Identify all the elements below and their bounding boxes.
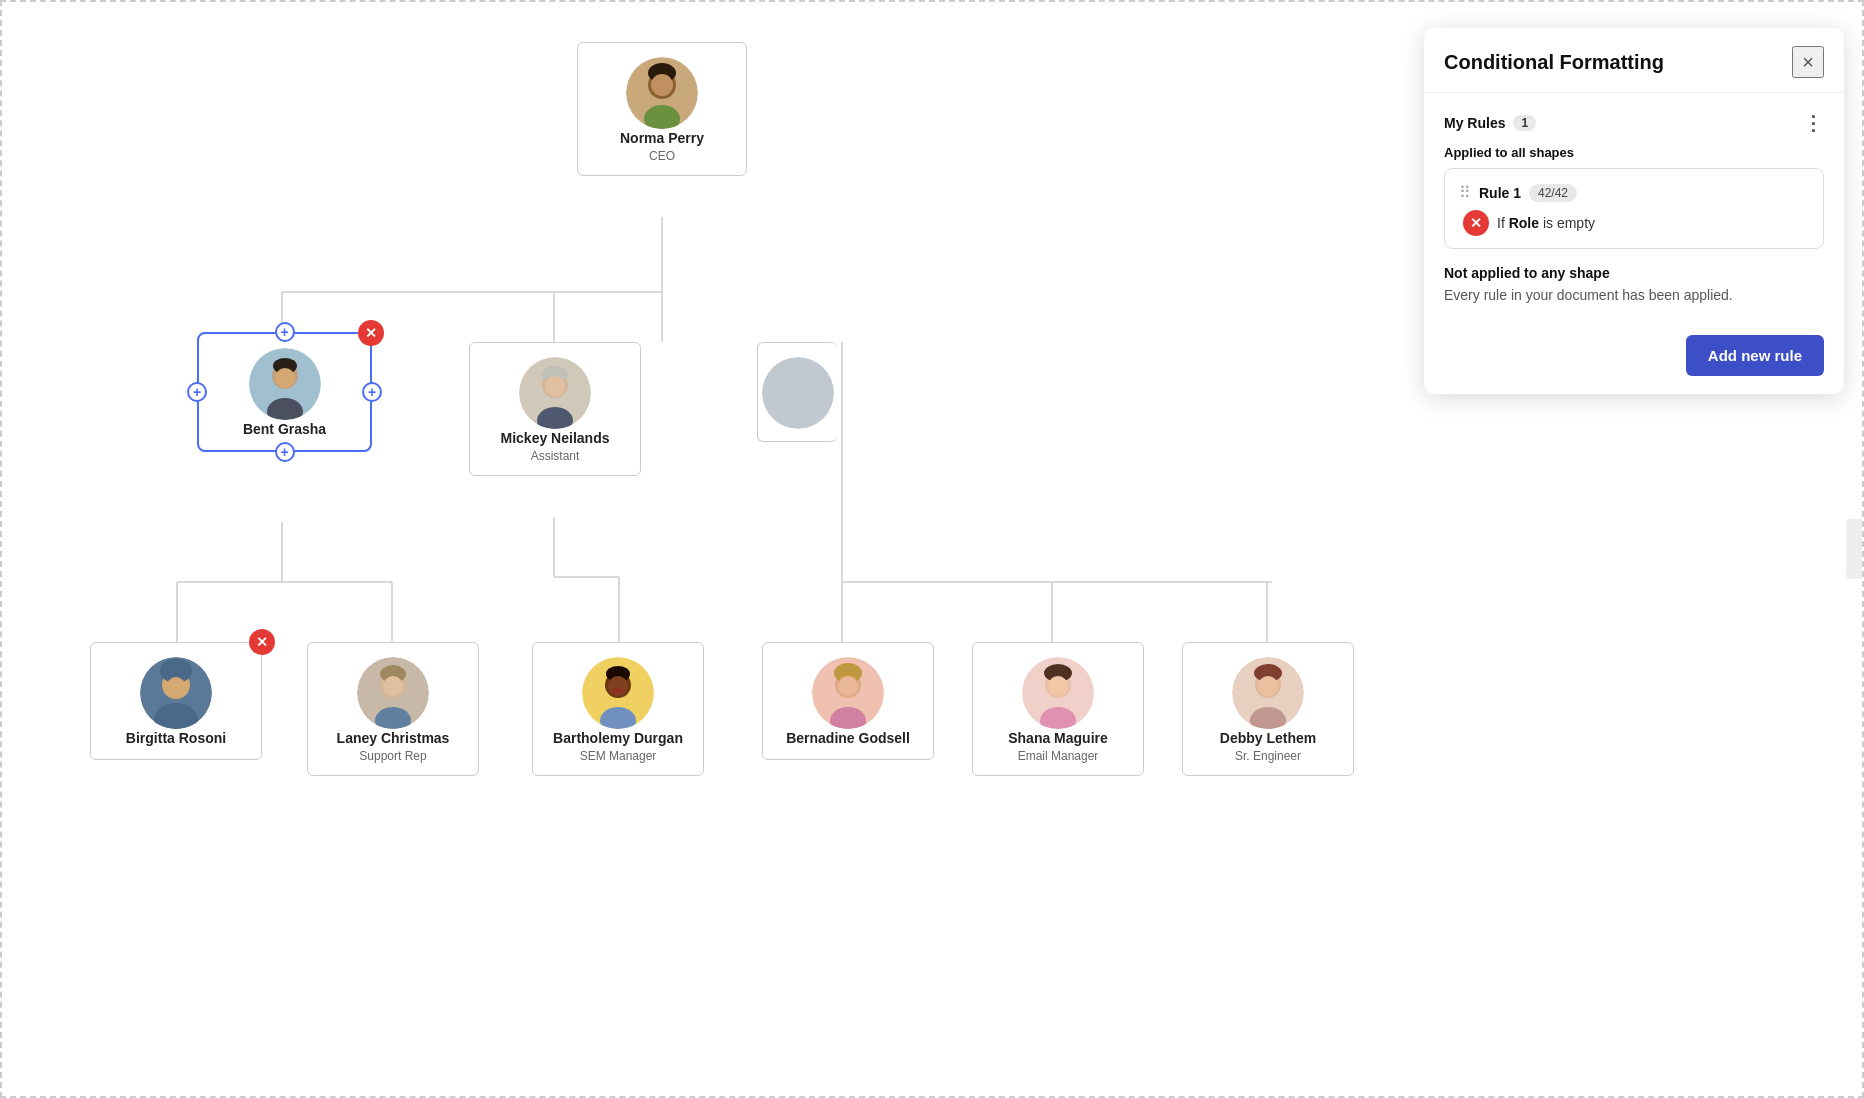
org-node-birgitta[interactable]: ✕ Birgitta Rosoni: [90, 642, 262, 760]
avatar-shana: [1022, 657, 1094, 729]
avatar-bent: [249, 348, 321, 420]
node-name-laney: Laney Christmas: [337, 729, 450, 747]
panel-footer: Add new rule: [1424, 321, 1844, 394]
avatar-norma: [626, 57, 698, 129]
org-node-partial-r2[interactable]: [757, 342, 837, 442]
avatar-partial: [762, 357, 834, 429]
node-role-debby: Sr. Engineer: [1235, 749, 1301, 763]
panel-header: Conditional Formatting ×: [1424, 28, 1844, 93]
org-node-norma[interactable]: Norma Perry CEO: [577, 42, 747, 176]
not-applied-text: Every rule in your document has been app…: [1444, 287, 1824, 303]
panel-close-button[interactable]: ×: [1792, 46, 1824, 78]
rule1-condition-row: ✕ If Role is empty: [1459, 210, 1809, 236]
panel-title: Conditional Formatting: [1444, 51, 1664, 74]
rule1-card: ⠿ Rule 1 42/42 ✕ If Role is empty: [1444, 168, 1824, 249]
svg-point-38: [166, 677, 186, 697]
org-node-laney[interactable]: Laney Christmas Support Rep: [307, 642, 479, 776]
avatar-debby: [1232, 657, 1304, 729]
svg-point-31: [545, 376, 565, 396]
avatar-bartholemy: [582, 657, 654, 729]
node-role-bartholemy: SEM Manager: [580, 749, 657, 763]
svg-point-59: [1048, 676, 1068, 696]
side-panel-indicator: [1846, 519, 1862, 579]
node-role-laney: Support Rep: [359, 749, 426, 763]
rule1-drag-handle[interactable]: ⠿: [1459, 183, 1471, 202]
rule1-count-badge: 42/42: [1529, 184, 1577, 202]
rule-count-badge: 1: [1513, 115, 1536, 131]
node-role-mickey: Assistant: [531, 449, 580, 463]
conditional-formatting-panel: Conditional Formatting × My Rules 1 ⋮ Ap…: [1424, 28, 1844, 394]
node-name-norma: Norma Perry: [620, 129, 704, 147]
handle-left[interactable]: +: [187, 382, 207, 402]
org-node-debby[interactable]: Debby Lethem Sr. Engineer: [1182, 642, 1354, 776]
svg-point-54: [838, 676, 858, 696]
org-node-bent[interactable]: + + + + ✕ Bent Grasha: [197, 332, 372, 452]
my-rules-label: My Rules: [1444, 115, 1505, 131]
avatar-mickey: [519, 357, 591, 429]
node-name-debby: Debby Lethem: [1220, 729, 1316, 747]
more-options-button[interactable]: ⋮: [1803, 111, 1824, 135]
node-name-bartholemy: Bartholemy Durgan: [553, 729, 683, 747]
not-applied-section: Not applied to any shape Every rule in y…: [1444, 265, 1824, 303]
svg-point-49: [612, 688, 624, 694]
avatar-laney: [357, 657, 429, 729]
svg-point-64: [1258, 676, 1278, 696]
org-node-mickey[interactable]: Mickey Neilands Assistant: [469, 342, 641, 476]
delete-badge-bent[interactable]: ✕: [358, 320, 384, 346]
svg-point-26: [275, 368, 295, 388]
my-rules-section-header: My Rules 1 ⋮: [1444, 111, 1824, 135]
add-new-rule-button[interactable]: Add new rule: [1686, 335, 1824, 376]
avatar-bernadine: [812, 657, 884, 729]
node-name-birgitta: Birgitta Rosoni: [126, 729, 226, 747]
node-name-shana: Shana Maguire: [1008, 729, 1108, 747]
node-role-shana: Email Manager: [1018, 749, 1099, 763]
panel-body: My Rules 1 ⋮ Applied to all shapes ⠿ Rul…: [1424, 93, 1844, 321]
node-name-bernadine: Bernadine Godsell: [786, 729, 910, 747]
svg-point-32: [762, 357, 834, 429]
avatar-birgitta: [140, 657, 212, 729]
org-node-bernadine[interactable]: Bernadine Godsell: [762, 642, 934, 760]
handle-top[interactable]: +: [275, 322, 295, 342]
not-applied-title: Not applied to any shape: [1444, 265, 1824, 281]
rule1-name: Rule 1: [1479, 185, 1521, 201]
node-name-bent: Bent Grasha: [243, 420, 326, 438]
node-role-norma: CEO: [649, 149, 675, 163]
handle-right[interactable]: +: [362, 382, 382, 402]
node-name-mickey: Mickey Neilands: [501, 429, 610, 447]
rule1-condition-icon: ✕: [1463, 210, 1489, 236]
svg-point-43: [383, 676, 403, 696]
svg-point-21: [651, 74, 673, 96]
rule1-condition-text: If Role is empty: [1497, 215, 1595, 231]
org-node-bartholemy[interactable]: Bartholemy Durgan SEM Manager: [532, 642, 704, 776]
rule1-header-row: ⠿ Rule 1 42/42: [1459, 183, 1809, 202]
applied-title-text: Applied to all shapes: [1444, 145, 1574, 160]
delete-badge-birgitta[interactable]: ✕: [249, 629, 275, 655]
applied-section-title: Applied to all shapes: [1444, 145, 1824, 160]
handle-bottom[interactable]: +: [275, 442, 295, 462]
org-node-shana[interactable]: Shana Maguire Email Manager: [972, 642, 1144, 776]
